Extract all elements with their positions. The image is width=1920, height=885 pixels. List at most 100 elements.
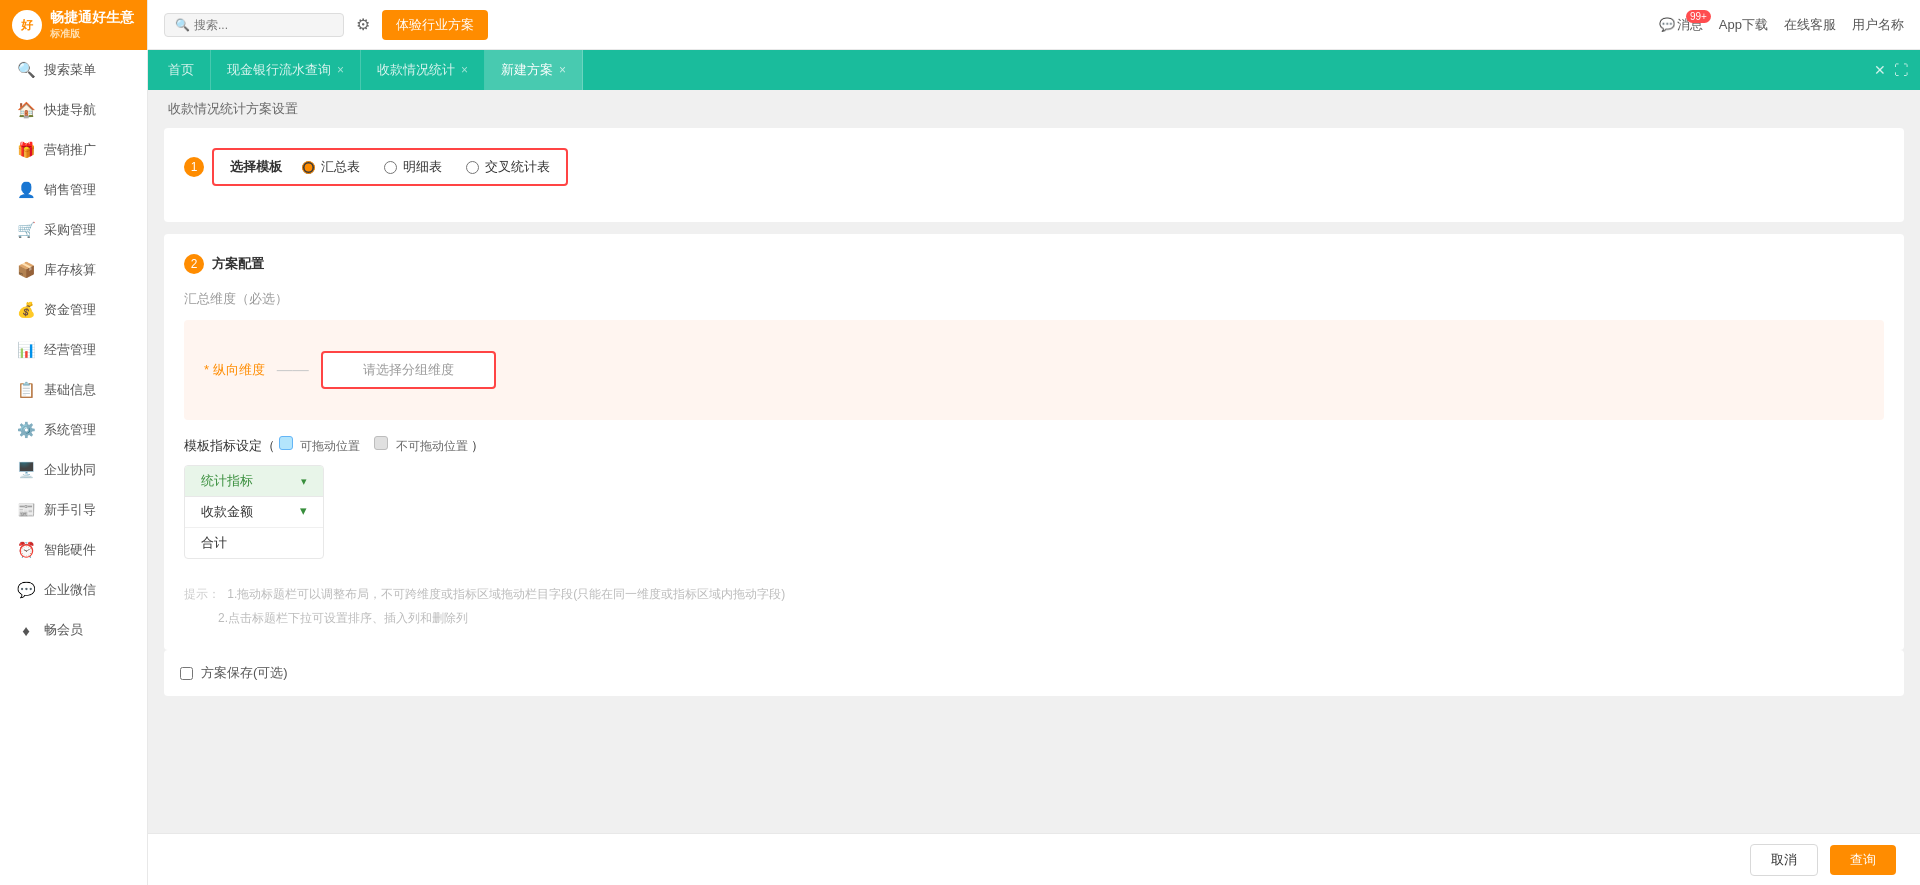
logo-text-block: 畅捷通好生意 标准版 <box>50 9 134 41</box>
user-icon: 👤 <box>16 180 36 200</box>
search-icon: 🔍 <box>175 18 190 32</box>
tabs-bar-actions: ✕ ⛶ <box>1862 50 1920 90</box>
arrow: —— <box>277 361 309 379</box>
query-button[interactable]: 查询 <box>1830 845 1896 875</box>
indicator-table: 统计指标 ▾ 收款金额 ▾ 合计 <box>184 465 324 559</box>
notification-count: 99+ <box>1686 10 1711 23</box>
vertical-dim-label: * 纵向维度 <box>204 361 265 379</box>
cancel-button[interactable]: 取消 <box>1750 844 1818 876</box>
sidebar-logo: 好 畅捷通好生意 标准版 <box>0 0 147 50</box>
sidebar-item-system[interactable]: ⚙️ 系统管理 <box>0 410 147 450</box>
chevron-down-icon[interactable]: ▾ <box>301 475 307 488</box>
indicator-row-0: 收款金额 ▾ <box>185 497 323 528</box>
dim-select-box[interactable]: 请选择分组维度 <box>321 351 496 389</box>
search-input[interactable] <box>194 18 334 32</box>
radio-detail-input[interactable] <box>384 161 397 174</box>
dimension-area: * 纵向维度 —— 请选择分组维度 <box>184 320 1884 420</box>
sidebar-item-newbie[interactable]: 📰 新手引导 <box>0 490 147 530</box>
user-name[interactable]: 用户名称 <box>1852 16 1904 34</box>
sidebar-item-label: 基础信息 <box>44 381 96 399</box>
online-chat-link[interactable]: 在线客服 <box>1784 16 1836 34</box>
sidebar-item-smart-hw[interactable]: ⏰ 智能硬件 <box>0 530 147 570</box>
indicator-table-header[interactable]: 统计指标 ▾ <box>185 466 323 497</box>
sidebar-item-search-menu[interactable]: 🔍 搜索菜单 <box>0 50 147 90</box>
hint-2-text: 2.点击标题栏下拉可设置排序、插入列和删除列 <box>218 611 468 625</box>
sidebar-item-label: 搜索菜单 <box>44 61 96 79</box>
dimension-section-label: 汇总维度（必选） <box>184 290 1884 308</box>
step1-row: 1 选择模板 汇总表 明细表 <box>184 148 1884 186</box>
tab-bank-flow-label: 现金银行流水查询 <box>227 61 331 79</box>
tab-home[interactable]: 首页 <box>148 50 211 90</box>
sidebar-item-capital[interactable]: 💰 资金管理 <box>0 290 147 330</box>
maximize-icon[interactable]: ⛶ <box>1894 62 1908 78</box>
template-select-box: 选择模板 汇总表 明细表 <box>212 148 568 186</box>
sidebar-item-label: 经营管理 <box>44 341 96 359</box>
step1-card: 1 选择模板 汇总表 明细表 <box>164 128 1904 222</box>
tab-collection-stats-close[interactable]: × <box>461 63 468 77</box>
tab-bank-flow-close[interactable]: × <box>337 63 344 77</box>
sidebar-item-wechat[interactable]: 💬 企业微信 <box>0 570 147 610</box>
radio-summary[interactable]: 汇总表 <box>302 158 360 176</box>
sidebar-item-marketing[interactable]: 🎁 营销推广 <box>0 130 147 170</box>
sidebar-item-label: 新手引导 <box>44 501 96 519</box>
sidebar-item-quick-nav[interactable]: 🏠 快捷导航 <box>0 90 147 130</box>
hint-1-text: 1.拖动标题栏可以调整布局，不可跨维度或指标区域拖动栏目字段(只能在同一维度或指… <box>227 587 785 601</box>
settings-icon[interactable]: ⚙ <box>356 15 370 34</box>
tab-collection-stats[interactable]: 收款情况统计 × <box>361 50 485 90</box>
save-label: 方案保存(可选) <box>201 664 288 682</box>
non-draggable-indicator <box>374 436 388 450</box>
sidebar-item-label: 系统管理 <box>44 421 96 439</box>
page-wrapper: 收款情况统计方案设置 1 选择模板 汇总表 <box>148 90 1920 756</box>
tab-bank-flow[interactable]: 现金银行流水查询 × <box>211 50 361 90</box>
logo-badge: 标准版 <box>50 27 134 41</box>
notification-badge[interactable]: 💬 消息 99+ <box>1659 16 1703 34</box>
sidebar-item-label: 智能硬件 <box>44 541 96 559</box>
radio-summary-input[interactable] <box>302 161 315 174</box>
step2-card: 2 方案配置 汇总维度（必选） * 纵向维度 —— 请选择分组维度 <box>164 234 1904 650</box>
indicator-table-header-label: 统计指标 <box>201 472 253 490</box>
sidebar-item-enterprise-coop[interactable]: 🖥️ 企业协同 <box>0 450 147 490</box>
tab-new-scheme[interactable]: 新建方案 × <box>485 50 583 90</box>
indicator-header: 模板指标设定（ 可拖动位置 不可拖动位置 ） <box>184 436 1884 455</box>
newspaper-icon: 📰 <box>16 500 36 520</box>
indicator-row-1: 合计 <box>185 528 323 558</box>
step1-num: 1 <box>184 157 204 177</box>
save-checkbox[interactable] <box>180 667 193 680</box>
hint-line-2: 2.点击标题栏下拉可设置排序、插入列和删除列 <box>184 606 1884 630</box>
sidebar-item-basic-info[interactable]: 📋 基础信息 <box>0 370 147 410</box>
page-header: 收款情况统计方案设置 <box>148 90 1920 128</box>
sidebar-item-inventory[interactable]: 📦 库存核算 <box>0 250 147 290</box>
radio-cross[interactable]: 交叉统计表 <box>466 158 550 176</box>
app-download-link[interactable]: App下载 <box>1719 16 1768 34</box>
tab-spacer <box>583 50 1862 90</box>
radio-cross-input[interactable] <box>466 161 479 174</box>
clipboard-icon: 📋 <box>16 380 36 400</box>
clock-icon: ⏰ <box>16 540 36 560</box>
monitor-icon: 🖥️ <box>16 460 36 480</box>
indicator-row-0-chevron[interactable]: ▾ <box>300 503 307 518</box>
tab-new-scheme-label: 新建方案 <box>501 61 553 79</box>
sidebar-item-label: 企业协同 <box>44 461 96 479</box>
indicator-row-1-label: 合计 <box>201 535 227 550</box>
logo-main-text: 畅捷通好生意 <box>50 9 134 27</box>
radio-detail-label: 明细表 <box>403 158 442 176</box>
sidebar-item-operation[interactable]: 📊 经营管理 <box>0 330 147 370</box>
search-box[interactable]: 🔍 <box>164 13 344 37</box>
close-all-icon[interactable]: ✕ <box>1874 62 1886 78</box>
sidebar-item-label: 库存核算 <box>44 261 96 279</box>
sidebar-item-member[interactable]: ♦ 畅会员 <box>0 610 147 650</box>
radio-detail[interactable]: 明细表 <box>384 158 442 176</box>
sidebar-item-label: 销售管理 <box>44 181 96 199</box>
content-area: 收款情况统计方案设置 1 选择模板 汇总表 <box>148 90 1920 885</box>
sidebar-item-label: 快捷导航 <box>44 101 96 119</box>
sidebar: 好 畅捷通好生意 标准版 🔍 搜索菜单 🏠 快捷导航 🎁 营销推广 👤 销售管理… <box>0 0 148 885</box>
tab-new-scheme-close[interactable]: × <box>559 63 566 77</box>
money-icon: 💰 <box>16 300 36 320</box>
main-area: 🔍 ⚙ 体验行业方案 💬 消息 99+ App下载 在线客服 用户名称 首页 现… <box>148 0 1920 885</box>
gift-icon: 🎁 <box>16 140 36 160</box>
chat-icon: 💬 <box>16 580 36 600</box>
trial-btn[interactable]: 体验行业方案 <box>382 10 488 40</box>
sidebar-item-label: 采购管理 <box>44 221 96 239</box>
sidebar-item-purchase[interactable]: 🛒 采购管理 <box>0 210 147 250</box>
sidebar-item-sales[interactable]: 👤 销售管理 <box>0 170 147 210</box>
